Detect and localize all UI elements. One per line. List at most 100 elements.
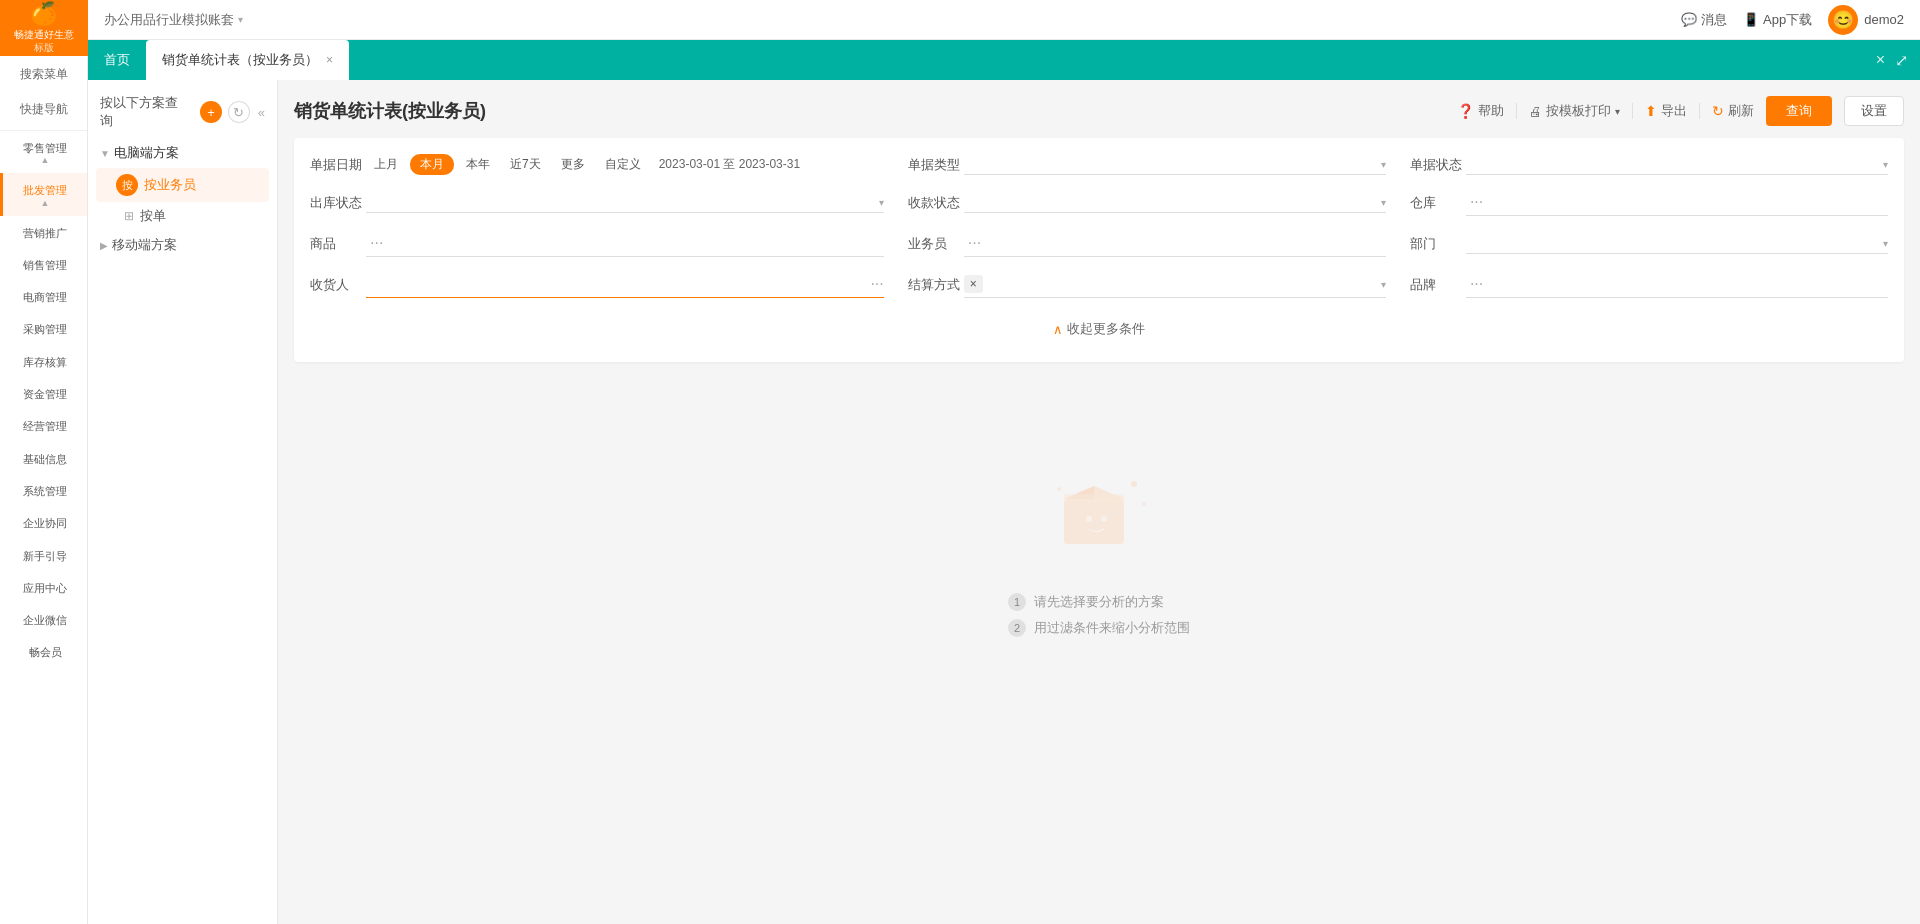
filter-doc-type: 单据类型 ▾ [908, 155, 1386, 175]
sidebar-item-corp[interactable]: 企业协同 [0, 506, 87, 538]
sidebar-shortcut-area[interactable]: 快捷导航 [0, 89, 87, 131]
scheme-item-salesman[interactable]: 按 按业务员 [96, 168, 269, 202]
page-header: 销货单统计表(按业务员) ❓ 帮助 🖨 按模板打印 ▾ ⬆ [294, 96, 1904, 126]
order-scheme-icon: ⊞ [124, 209, 134, 223]
sidebar-item-operation[interactable]: 经营管理 [0, 409, 87, 441]
search-menu-label[interactable]: 搜索菜单 [20, 66, 68, 83]
app-subtitle: 标版 [34, 41, 54, 55]
refresh-button[interactable]: ↻ 刷新 [1712, 102, 1754, 120]
sidebar-item-label-wholesale: 批发管理 [23, 183, 67, 197]
doc-status-select[interactable]: ▾ [1466, 155, 1888, 175]
warehouse-dots[interactable]: ··· [1470, 193, 1483, 211]
sidebar-item-ecommerce[interactable]: 电商管理 [0, 280, 87, 312]
sidebar-item-arrow-wholesale: ▲ [41, 198, 50, 208]
query-button[interactable]: 查询 [1766, 96, 1832, 126]
sidebar-item-finance[interactable]: 资金管理 [0, 377, 87, 409]
sidebar-item-purchase[interactable]: 采购管理 [0, 312, 87, 344]
sidebar-item-label-sales: 销售管理 [23, 258, 67, 272]
user-area[interactable]: 😊 demo2 [1828, 5, 1904, 35]
help-button[interactable]: ❓ 帮助 [1457, 102, 1504, 120]
scheme-item-byorder[interactable]: ⊞ 按单 [96, 202, 269, 230]
date-last-7days[interactable]: 近7天 [502, 154, 549, 175]
mobile-group-arrow: ▶ [100, 240, 108, 251]
tab-close-window-icon[interactable]: × [1876, 51, 1885, 69]
scheme-group-mobile[interactable]: ▶ 移动端方案 [88, 230, 277, 260]
sidebar-item-inventory[interactable]: 库存核算 [0, 345, 87, 377]
topbar-title-text: 办公用品行业模拟账套 [104, 11, 234, 29]
sidebar-item-marketing[interactable]: 营销推广 [0, 216, 87, 248]
date-custom[interactable]: 自定义 [597, 154, 649, 175]
out-status-arrow: ▾ [879, 197, 884, 208]
salesman-label: 业务员 [908, 235, 964, 253]
template-print-button[interactable]: 🖨 按模板打印 ▾ [1529, 102, 1620, 120]
doc-status-arrow: ▾ [1883, 159, 1888, 170]
sidebar-search-area[interactable]: 搜索菜单 [0, 56, 87, 89]
date-last-month[interactable]: 上月 [366, 154, 406, 175]
tab-sales-stat[interactable]: 销货单统计表（按业务员） × [146, 40, 349, 80]
svg-point-6 [1101, 516, 1107, 522]
filter-row-3: 商品 ··· 业务员 ··· 部门 [310, 230, 1888, 257]
sidebar-item-retail[interactable]: 零售管理▲ [0, 131, 87, 173]
date-this-month[interactable]: 本月 [410, 154, 454, 175]
refresh-label: 刷新 [1728, 102, 1754, 120]
page-title: 销货单统计表(按业务员) [294, 99, 486, 123]
payment-arrow: ▾ [1381, 279, 1386, 290]
sidebar-item-sales[interactable]: 销售管理 [0, 248, 87, 280]
app-download-label: App下载 [1763, 11, 1812, 29]
export-button[interactable]: ⬆ 导出 [1645, 102, 1687, 120]
tab-home[interactable]: 首页 [88, 40, 146, 80]
sidebar-item-appcenter[interactable]: 应用中心 [0, 571, 87, 603]
recv-status-select[interactable]: ▾ [964, 193, 1386, 213]
export-label: 导出 [1661, 102, 1687, 120]
message-button[interactable]: 💬 消息 [1681, 11, 1727, 29]
sidebar-item-newguide[interactable]: 新手引导 [0, 539, 87, 571]
app-logo[interactable]: 🍊 畅捷通好生意 标版 [0, 0, 88, 56]
salesman-scheme-icon: 按 [116, 174, 138, 196]
add-scheme-button[interactable]: + [200, 101, 222, 123]
app-download-button[interactable]: 📱 App下载 [1743, 11, 1812, 29]
consignee-dots[interactable]: ··· [870, 275, 883, 293]
sidebar-item-corpwechat[interactable]: 企业微信 [0, 603, 87, 635]
doc-type-select[interactable]: ▾ [964, 155, 1386, 175]
filter-dept: 部门 ▾ [1410, 234, 1888, 254]
tab-sales-stat-label: 销货单统计表（按业务员） [162, 51, 318, 69]
scheme-group-desktop-title[interactable]: ▼ 电脑端方案 [96, 138, 269, 168]
collapse-panel-button[interactable]: « [258, 105, 265, 120]
refresh-icon: ↻ [1712, 103, 1724, 119]
topbar-title[interactable]: 办公用品行业模拟账套 ▾ [104, 11, 243, 29]
sidebar-item-wholesale[interactable]: 批发管理▲ [0, 173, 87, 215]
consignee-input[interactable] [366, 277, 866, 292]
sidebar-item-label-finance: 资金管理 [23, 387, 67, 401]
salesman-dots[interactable]: ··· [968, 234, 981, 252]
date-more[interactable]: 更多 [553, 154, 593, 175]
left-panel-header: 按以下方案查询 + ↻ « [88, 90, 277, 138]
recv-status-arrow: ▾ [1381, 197, 1386, 208]
out-status-select[interactable]: ▾ [366, 193, 884, 213]
tab-expand-icon[interactable]: ⤢ [1895, 51, 1908, 70]
tabbar: 首页 销货单统计表（按业务员） × × ⤢ [88, 40, 1920, 80]
sidebar-item-member[interactable]: 畅会员 [0, 635, 87, 667]
order-scheme-label: 按单 [140, 207, 166, 225]
empty-tip-1: 1 请先选择要分析的方案 [1008, 593, 1190, 611]
separator1 [1516, 103, 1517, 119]
sidebar-item-label-member: 畅会员 [29, 645, 62, 659]
tab-close-icon[interactable]: × [326, 53, 333, 67]
payment-tag-close[interactable]: × [970, 277, 977, 291]
collapse-bar[interactable]: ∧ 收起更多条件 [310, 312, 1888, 346]
goods-dots[interactable]: ··· [370, 234, 383, 252]
help-icon: ❓ [1457, 103, 1474, 119]
payment-select[interactable]: × ▾ [964, 271, 1386, 298]
brand-dots[interactable]: ··· [1470, 275, 1483, 293]
consignee-label: 收货人 [310, 276, 366, 294]
sidebar-item-system[interactable]: 系统管理 [0, 474, 87, 506]
scheme-query-label: 按以下方案查询 [100, 94, 190, 130]
refresh-scheme-button[interactable]: ↻ [228, 101, 250, 123]
sidebar-item-basic[interactable]: 基础信息 [0, 442, 87, 474]
settings-button[interactable]: 设置 [1844, 96, 1904, 126]
date-range-text: 2023-03-01 至 2023-03-31 [659, 156, 800, 173]
shortcut-label[interactable]: 快捷导航 [20, 95, 68, 124]
dept-select[interactable]: ▾ [1466, 234, 1888, 254]
date-this-year[interactable]: 本年 [458, 154, 498, 175]
group-desktop-label: 电脑端方案 [114, 144, 179, 162]
filter-goods: 商品 ··· [310, 230, 884, 257]
